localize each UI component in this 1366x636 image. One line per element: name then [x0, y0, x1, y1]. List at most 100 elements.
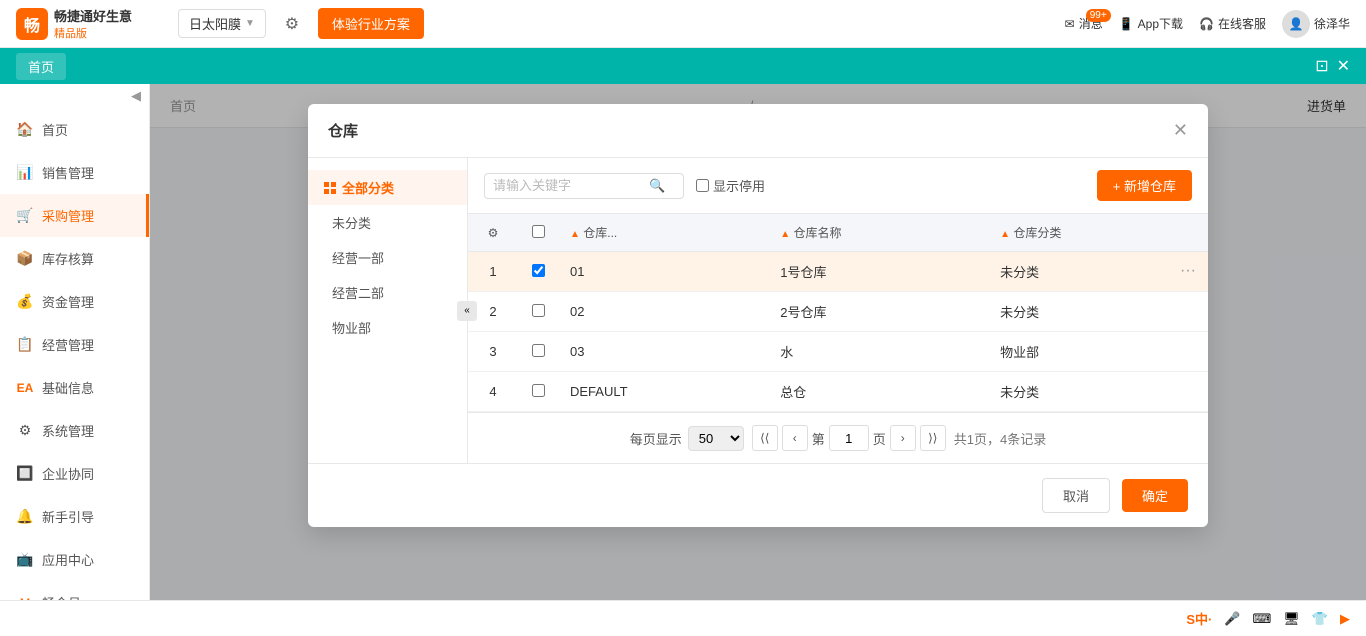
col-header-code[interactable]: ▲ 仓库...: [558, 214, 768, 252]
table-row[interactable]: 1 01 1号仓库 未分类 ···: [468, 252, 1208, 292]
all-categories-item[interactable]: 全部分类: [308, 170, 467, 205]
sales-icon: 📊: [16, 164, 34, 182]
messages-button[interactable]: ✉ 消息 99+: [1065, 15, 1103, 32]
sidebar-label: 应用中心: [42, 550, 94, 569]
row-name: 1号仓库: [768, 252, 988, 292]
settings-icon[interactable]: ⚙: [278, 10, 306, 38]
shirt-icon[interactable]: 👕: [1312, 611, 1328, 627]
search-icon[interactable]: 🔍: [649, 178, 665, 194]
row-checkbox[interactable]: [532, 384, 545, 397]
close-nav-icon[interactable]: ✕: [1337, 56, 1350, 76]
left-panel: 全部分类 « 未分类 经营一部 经营二部 物业部: [308, 158, 468, 463]
keyboard-icon[interactable]: ⌨: [1253, 611, 1272, 627]
row-code: 01: [558, 252, 768, 292]
sidebar-item-system[interactable]: ⚙ 系统管理: [0, 409, 149, 452]
search-input[interactable]: [493, 178, 643, 193]
sidebar-item-sales[interactable]: 📊 销售管理: [0, 151, 149, 194]
row-name: 总仓: [768, 372, 988, 412]
table-row[interactable]: 4 DEFAULT 总仓 未分类: [468, 372, 1208, 412]
play-icon[interactable]: ▶: [1340, 611, 1350, 627]
username: 徐泽华: [1314, 15, 1350, 32]
row-checkbox-cell[interactable]: [518, 332, 558, 372]
category-item-operations2[interactable]: 经营二部: [308, 275, 467, 310]
modal-close-button[interactable]: ✕: [1173, 120, 1188, 141]
service-button[interactable]: 🎧 在线客服: [1199, 15, 1266, 32]
store-selector[interactable]: 日太阳膜 ▼: [178, 9, 266, 38]
sidebar-item-inventory[interactable]: 📦 库存核算: [0, 237, 149, 280]
apps-icon: 📺: [16, 551, 34, 569]
prev-page-button[interactable]: ‹: [782, 425, 808, 451]
per-page-select[interactable]: 50 10 20 100: [688, 426, 744, 451]
row-checkbox[interactable]: [532, 264, 545, 277]
app-download-button[interactable]: 📱 App下载: [1119, 15, 1183, 32]
restore-icon[interactable]: ⊡: [1315, 56, 1328, 76]
select-all-checkbox[interactable]: [532, 225, 545, 238]
sidebar-item-apps[interactable]: 📺 应用中心: [0, 538, 149, 581]
show-disabled-checkbox[interactable]: 显示停用: [696, 176, 765, 195]
col-header-settings[interactable]: ⚙: [468, 214, 518, 252]
category-item-operations1[interactable]: 经营一部: [308, 240, 467, 275]
display-icon[interactable]: 🖥: [1283, 611, 1300, 627]
last-page-button[interactable]: ⟩⟩: [920, 425, 946, 451]
row-checkbox[interactable]: [532, 344, 545, 357]
sidebar-item-finance[interactable]: 💰 资金管理: [0, 280, 149, 323]
sidebar-item-operations[interactable]: 📋 经营管理: [0, 323, 149, 366]
row-index: 4: [468, 372, 518, 412]
row-checkbox-cell[interactable]: [518, 372, 558, 412]
sidebar-item-basic[interactable]: EA 基础信息: [0, 366, 149, 409]
collapse-left-panel-btn[interactable]: «: [457, 301, 477, 321]
sort-icon: ▲: [1000, 229, 1010, 240]
row-category: 未分类 ···: [988, 252, 1208, 292]
row-checkbox[interactable]: [532, 304, 545, 317]
sidebar-item-home[interactable]: 🏠 首页: [0, 108, 149, 151]
confirm-button[interactable]: 确定: [1122, 479, 1188, 512]
sidebar-label: 首页: [42, 120, 68, 139]
warehouse-modal: 仓库 ✕ 全部分类: [308, 104, 1208, 527]
sidebar-item-purchase[interactable]: 🛒 采购管理: [0, 194, 149, 237]
row-name: 水: [768, 332, 988, 372]
page-number-input[interactable]: [829, 425, 869, 451]
headset-icon: 🎧: [1199, 17, 1214, 31]
sidebar-label: 销售管理: [42, 163, 94, 182]
enterprise-icon: 🔲: [16, 465, 34, 483]
sidebar-label: 基础信息: [42, 378, 94, 397]
category-item-property[interactable]: 物业部: [308, 310, 467, 345]
logo-icon: 畅: [16, 8, 48, 40]
sort-icon: ▲: [780, 229, 790, 240]
phone-icon: 📱: [1119, 17, 1134, 31]
table-row[interactable]: 2 02 2号仓库 未分类: [468, 292, 1208, 332]
user-menu[interactable]: 👤 徐泽华: [1282, 10, 1350, 38]
logo-area: 畅 畅捷通好生意 精品版: [16, 6, 166, 41]
col-header-category[interactable]: ▲ 仓库分类: [988, 214, 1208, 252]
sidebar-item-enterprise[interactable]: 🔲 企业协同: [0, 452, 149, 495]
nav-item-home[interactable]: 首页: [16, 53, 66, 80]
category-item-uncategorized[interactable]: 未分类: [308, 205, 467, 240]
new-warehouse-button[interactable]: + 新增仓库: [1097, 170, 1192, 201]
show-disabled-input[interactable]: [696, 179, 709, 192]
finance-icon: 💰: [16, 293, 34, 311]
nav-bar: 首页 ⊡ ✕: [0, 48, 1366, 84]
col-header-checkbox: [518, 214, 558, 252]
sidebar-item-guide[interactable]: 🔔 新手引导: [0, 495, 149, 538]
row-checkbox-cell[interactable]: [518, 252, 558, 292]
row-checkbox-cell[interactable]: [518, 292, 558, 332]
message-icon: ✉: [1065, 17, 1075, 31]
next-page-button[interactable]: ›: [890, 425, 916, 451]
row-code: 02: [558, 292, 768, 332]
warehouse-table: ⚙ ▲ 仓库...: [468, 214, 1208, 412]
col-code-label: 仓库...: [583, 226, 617, 240]
store-name: 日太阳膜: [189, 14, 241, 33]
inventory-icon: 📦: [16, 250, 34, 268]
sidebar-collapse-btn[interactable]: ◀: [0, 84, 149, 108]
table-row[interactable]: 3 03 水 物业部: [468, 332, 1208, 372]
sidebar: ◀ 🏠 首页 📊 销售管理 🛒 采购管理 📦 库存核算 💰 资金管理 📋 经营管…: [0, 84, 150, 636]
trial-button[interactable]: 体验行业方案: [318, 8, 424, 39]
first-page-button[interactable]: ⟨⟨: [752, 425, 778, 451]
cancel-button[interactable]: 取消: [1042, 478, 1110, 513]
system-icon: ⚙: [16, 422, 34, 440]
mic-icon[interactable]: 🎤: [1224, 611, 1240, 627]
col-header-name[interactable]: ▲ 仓库名称: [768, 214, 988, 252]
chevron-down-icon: ▼: [245, 18, 255, 29]
avatar: 👤: [1282, 10, 1310, 38]
row-actions-btn[interactable]: ···: [1180, 262, 1196, 280]
